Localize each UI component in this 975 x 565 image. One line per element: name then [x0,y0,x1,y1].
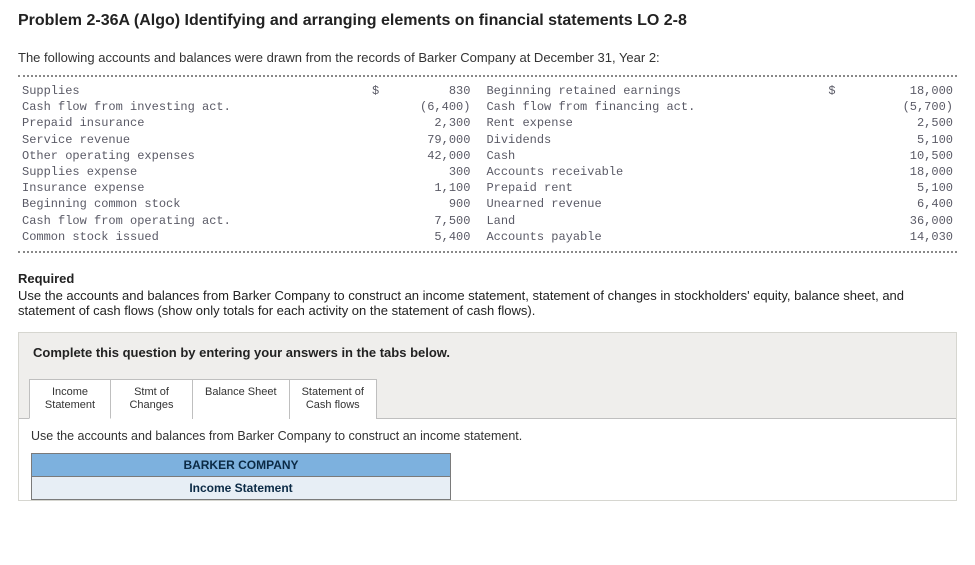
account-name-right: Unearned revenue [474,196,813,212]
tabs-container: Complete this question by entering your … [18,332,957,501]
currency-symbol [814,115,840,131]
accounts-row: Cash flow from investing act. (6,400)Cash… [18,99,957,115]
tab-income-statement[interactable]: Income Statement [29,379,111,419]
currency-symbol [357,180,383,196]
account-value-left: 42,000 [383,148,474,164]
accounts-row: Common stock issued 5,400Accounts payable… [18,229,957,245]
account-name-right: Accounts payable [474,229,813,245]
tab-description: Use the accounts and balances from Barke… [31,429,944,443]
currency-symbol [357,148,383,164]
account-value-left: 2,300 [383,115,474,131]
account-value-right: (5,700) [840,99,957,115]
accounts-row: Beginning common stock 900Unearned revenu… [18,196,957,212]
account-value-right: 5,100 [840,180,957,196]
currency-symbol [357,196,383,212]
tab-label-line: Income [52,386,88,398]
tab-label-line: Balance Sheet [205,386,277,398]
accounts-table: Supplies$830Beginning retained earnings$… [18,83,957,245]
account-name-right: Land [474,213,813,229]
currency-symbol: $ [357,83,383,99]
account-value-left: 79,000 [383,132,474,148]
currency-symbol [814,132,840,148]
problem-title: Problem 2-36A (Algo) Identifying and arr… [18,12,957,30]
tab-label-line: Changes [129,399,173,411]
account-value-left: 300 [383,164,474,180]
account-value-right: 10,500 [840,148,957,164]
currency-symbol [357,99,383,115]
tab-balance-sheet[interactable]: Balance Sheet [193,379,290,419]
account-value-left: 900 [383,196,474,212]
account-value-right: 5,100 [840,132,957,148]
accounts-row: Insurance expense 1,100Prepaid rent 5,100 [18,180,957,196]
account-name-left: Prepaid insurance [18,115,357,131]
currency-symbol [357,132,383,148]
account-value-left: 1,100 [383,180,474,196]
currency-symbol [357,229,383,245]
currency-symbol [814,180,840,196]
currency-symbol [357,115,383,131]
account-name-left: Cash flow from investing act. [18,99,357,115]
accounts-row: Prepaid insurance 2,300Rent expense 2,500 [18,115,957,131]
account-value-right: 36,000 [840,213,957,229]
tab-stmt-of-changes[interactable]: Stmt of Changes [111,379,193,419]
account-value-right: 2,500 [840,115,957,131]
account-value-left: 5,400 [383,229,474,245]
tab-label-line: Statement [45,399,95,411]
answer-company: BARKER COMPANY [31,453,451,477]
account-name-right: Beginning retained earnings [474,83,813,99]
account-name-left: Supplies [18,83,357,99]
account-name-right: Rent expense [474,115,813,131]
currency-symbol [814,213,840,229]
currency-symbol: $ [814,83,840,99]
account-name-left: Cash flow from operating act. [18,213,357,229]
required-heading: Required [18,271,957,286]
currency-symbol [814,148,840,164]
account-value-left: 830 [383,83,474,99]
account-name-left: Common stock issued [18,229,357,245]
currency-symbol [814,196,840,212]
account-value-left: 7,500 [383,213,474,229]
accounts-row: Service revenue 79,000Dividends 5,100 [18,132,957,148]
currency-symbol [357,164,383,180]
accounts-box: Supplies$830Beginning retained earnings$… [18,75,957,253]
account-value-right: 14,030 [840,229,957,245]
account-name-right: Dividends [474,132,813,148]
account-name-left: Service revenue [18,132,357,148]
account-name-right: Prepaid rent [474,180,813,196]
accounts-row: Supplies expense 300Accounts receivable 18… [18,164,957,180]
tab-cash-flows[interactable]: Statement of Cash flows [290,379,377,419]
account-value-left: (6,400) [383,99,474,115]
currency-symbol [814,164,840,180]
tab-label-line: Cash flows [306,399,360,411]
account-name-left: Beginning common stock [18,196,357,212]
account-name-left: Other operating expenses [18,148,357,164]
problem-intro: The following accounts and balances were… [18,50,957,65]
account-value-right: 18,000 [840,83,957,99]
tab-label-line: Stmt of [134,386,169,398]
tab-label-line: Statement of [302,386,364,398]
account-name-left: Insurance expense [18,180,357,196]
account-name-right: Accounts receivable [474,164,813,180]
tab-body: Use the accounts and balances from Barke… [19,418,956,500]
account-value-right: 18,000 [840,164,957,180]
required-body: Use the accounts and balances from Barke… [18,288,938,318]
accounts-row: Other operating expenses 42,000Cash 10,500 [18,148,957,164]
currency-symbol [357,213,383,229]
account-value-right: 6,400 [840,196,957,212]
answer-statement: Income Statement [31,477,451,500]
currency-symbol [814,99,840,115]
currency-symbol [814,229,840,245]
account-name-left: Supplies expense [18,164,357,180]
account-name-right: Cash [474,148,813,164]
account-name-right: Cash flow from financing act. [474,99,813,115]
instruction-bar: Complete this question by entering your … [19,333,956,378]
answer-header: BARKER COMPANY Income Statement [31,453,451,500]
tabs-row: Income Statement Stmt of Changes Balance… [19,378,956,418]
accounts-row: Cash flow from operating act. 7,500Land 36… [18,213,957,229]
accounts-row: Supplies$830Beginning retained earnings$… [18,83,957,99]
